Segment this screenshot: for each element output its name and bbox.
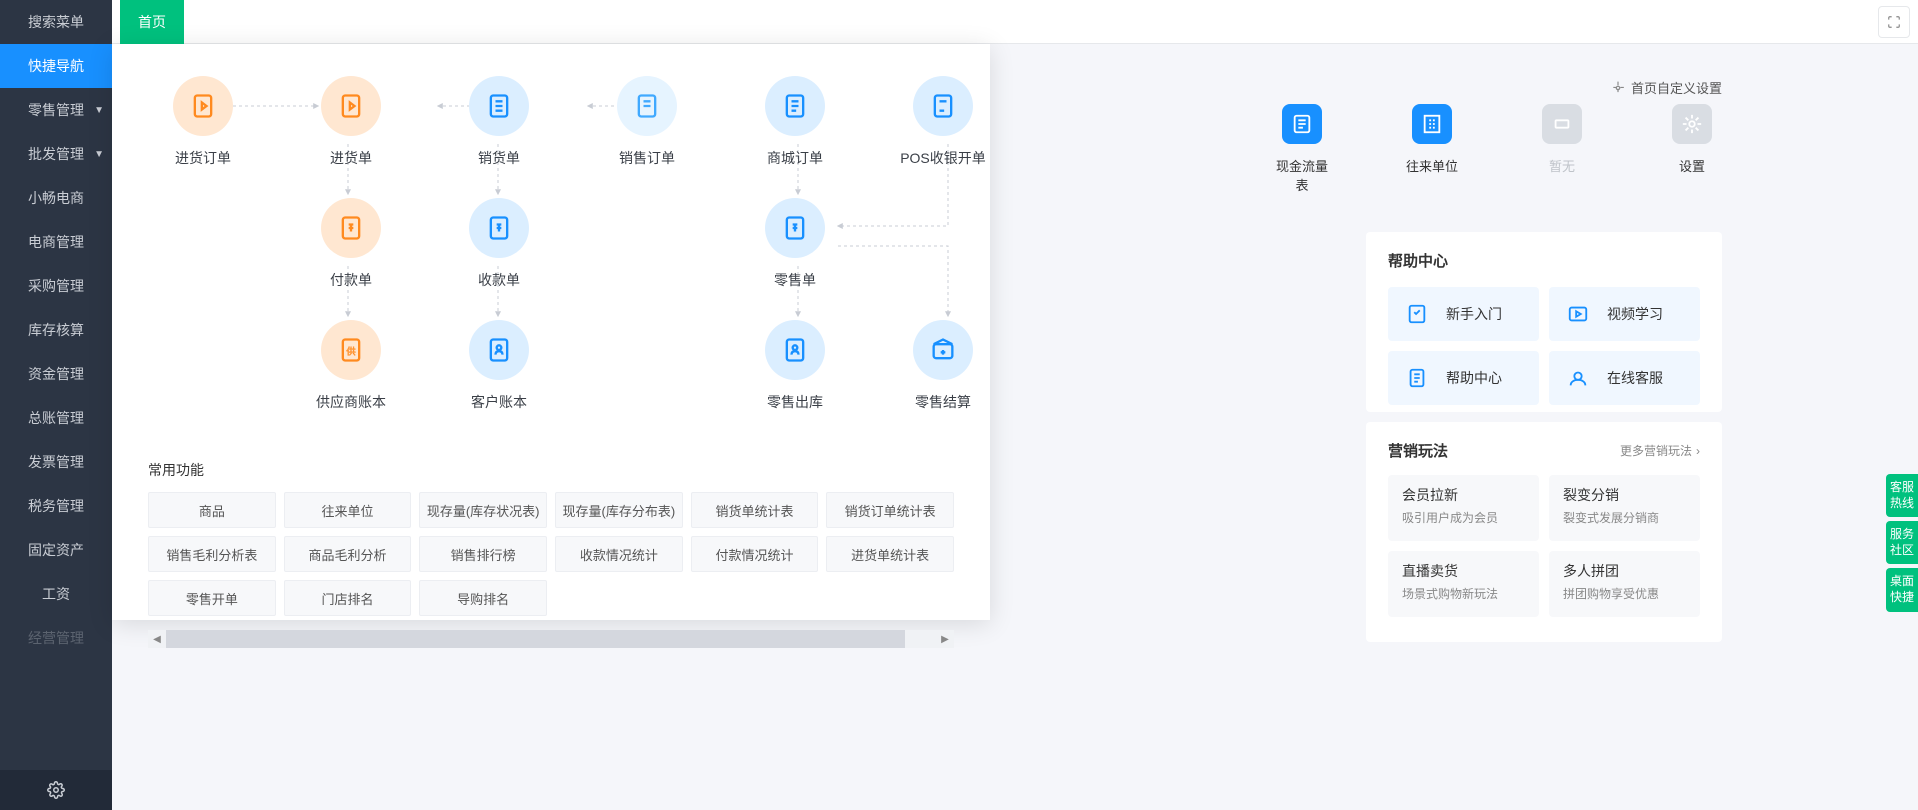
gear-icon xyxy=(1681,113,1703,135)
node-mall-order[interactable]: 商城订单 xyxy=(740,76,850,168)
common-btn[interactable]: 往来单位 xyxy=(284,492,412,528)
gear-icon xyxy=(47,781,65,799)
node-supplier-ledger[interactable]: 供供应商账本 xyxy=(296,320,406,412)
topbar: 首页 xyxy=(112,0,1918,44)
common-btn[interactable]: 商品 xyxy=(148,492,276,528)
sidebar-item-quicknav[interactable]: 快捷导航 xyxy=(0,44,112,88)
fullscreen-icon xyxy=(1887,15,1901,29)
common-btn[interactable]: 销货单统计表 xyxy=(691,492,819,528)
common-btn[interactable]: 销货订单统计表 xyxy=(826,492,954,528)
document-icon xyxy=(1406,367,1428,389)
custom-settings-link[interactable]: 首页自定义设置 xyxy=(1611,78,1722,97)
common-btn[interactable]: 现存量(库存分布表) xyxy=(555,492,683,528)
common-btn[interactable]: 销售毛利分析表 xyxy=(148,536,276,572)
settings-button[interactable] xyxy=(0,770,112,810)
help-item-helpcenter[interactable]: 帮助中心 xyxy=(1388,351,1539,405)
help-item-video[interactable]: 视频学习 xyxy=(1549,287,1700,341)
sidebar-item-operations[interactable]: 经营管理 xyxy=(0,616,112,660)
scroll-thumb[interactable] xyxy=(166,630,905,648)
sidebar-item-fixedasset[interactable]: 固定资产 xyxy=(0,528,112,572)
sidebar-item-purchase[interactable]: 采购管理 xyxy=(0,264,112,308)
float-desktop[interactable]: 桌面快捷 xyxy=(1886,568,1918,611)
scroll-left-icon[interactable]: ◀ xyxy=(148,630,166,648)
checklist-icon xyxy=(1406,303,1428,325)
marketing-item-group[interactable]: 多人拼团拼团购物享受优惠 xyxy=(1549,551,1700,617)
chevron-down-icon: ▼ xyxy=(94,149,104,160)
scroll-track[interactable] xyxy=(166,630,936,648)
shortcuts-row: 现金流量表 往来单位 暂无 设置 xyxy=(1272,104,1722,194)
node-customer-ledger[interactable]: 客户账本 xyxy=(444,320,554,412)
marketing-more-link[interactable]: 更多营销玩法› xyxy=(1620,442,1700,459)
marketing-title: 营销玩法 xyxy=(1388,440,1448,461)
sidebar-item-tax[interactable]: 税务管理 xyxy=(0,484,112,528)
headset-icon xyxy=(1567,367,1589,389)
shortcut-contacts[interactable]: 往来单位 xyxy=(1402,104,1462,194)
quicknav-flyout: 进货订单 进货单 销货单 销售订单 商城订单 POS收银开单 付款单 收款单 零… xyxy=(112,44,990,620)
sidebar-item-xiaochang[interactable]: 小畅电商 xyxy=(0,176,112,220)
sidebar-item-invoice[interactable]: 发票管理 xyxy=(0,440,112,484)
svg-text:供: 供 xyxy=(346,346,355,357)
common-btn[interactable]: 门店排名 xyxy=(284,580,412,616)
common-functions-grid: 商品 往来单位 现存量(库存状况表) 现存量(库存分布表) 销货单统计表 销货订… xyxy=(148,492,954,616)
common-btn[interactable]: 现存量(库存状况表) xyxy=(419,492,547,528)
sidebar: 搜索菜单 快捷导航 零售管理▼ 批发管理▼ 小畅电商 电商管理 采购管理 库存核… xyxy=(0,0,112,810)
common-btn[interactable]: 导购排名 xyxy=(419,580,547,616)
marketing-item-live[interactable]: 直播卖货场景式购物新玩法 xyxy=(1388,551,1539,617)
help-item-getting-started[interactable]: 新手入门 xyxy=(1388,287,1539,341)
shortcut-settings[interactable]: 设置 xyxy=(1662,104,1722,194)
marketing-item-member[interactable]: 会员拉新吸引用户成为会员 xyxy=(1388,475,1539,541)
help-item-service[interactable]: 在线客服 xyxy=(1549,351,1700,405)
common-btn[interactable]: 销售排行榜 xyxy=(419,536,547,572)
node-pos[interactable]: POS收银开单 xyxy=(888,76,998,168)
common-btn[interactable]: 零售开单 xyxy=(148,580,276,616)
float-community[interactable]: 服务社区 xyxy=(1886,521,1918,564)
help-title: 帮助中心 xyxy=(1388,250,1700,271)
chevron-down-icon: ▼ xyxy=(94,105,104,116)
workflow-diagram: 进货订单 进货单 销货单 销售订单 商城订单 POS收银开单 付款单 收款单 零… xyxy=(148,76,954,456)
shortcut-empty[interactable]: 暂无 xyxy=(1532,104,1592,194)
node-sales-order[interactable]: 销售订单 xyxy=(592,76,702,168)
sidebar-item-retail[interactable]: 零售管理▼ xyxy=(0,88,112,132)
tab-home[interactable]: 首页 xyxy=(120,0,184,44)
float-hotline[interactable]: 客服热线 xyxy=(1886,474,1918,517)
node-payment[interactable]: 付款单 xyxy=(296,198,406,290)
building-icon xyxy=(1421,113,1443,135)
gear-icon xyxy=(1611,81,1625,95)
node-purchase-receipt[interactable]: 进货单 xyxy=(296,76,406,168)
sidebar-item-search[interactable]: 搜索菜单 xyxy=(0,0,112,44)
horizontal-scrollbar[interactable]: ◀ ▶ xyxy=(148,630,954,648)
node-receipt[interactable]: 收款单 xyxy=(444,198,554,290)
chevron-right-icon: › xyxy=(1696,444,1700,458)
common-btn[interactable]: 付款情况统计 xyxy=(691,536,819,572)
common-btn[interactable]: 收款情况统计 xyxy=(555,536,683,572)
node-purchase-order[interactable]: 进货订单 xyxy=(148,76,258,168)
sidebar-item-wholesale[interactable]: 批发管理▼ xyxy=(0,132,112,176)
sidebar-item-salary[interactable]: 工资 xyxy=(0,572,112,616)
common-btn[interactable]: 进货单统计表 xyxy=(826,536,954,572)
play-icon xyxy=(1567,303,1589,325)
node-retail-invoice[interactable]: 零售单 xyxy=(740,198,850,290)
report-icon xyxy=(1291,113,1313,135)
scroll-right-icon[interactable]: ▶ xyxy=(936,630,954,648)
floating-buttons: 客服热线 服务社区 桌面快捷 xyxy=(1886,474,1918,612)
sidebar-item-inventory[interactable]: 库存核算 xyxy=(0,308,112,352)
node-retail-settlement[interactable]: 零售结算 xyxy=(888,320,998,412)
node-retail-outbound[interactable]: 零售出库 xyxy=(740,320,850,412)
sidebar-item-ledger[interactable]: 总账管理 xyxy=(0,396,112,440)
shortcut-cashflow[interactable]: 现金流量表 xyxy=(1272,104,1332,194)
help-card: 帮助中心 新手入门 视频学习 帮助中心 在线客服 xyxy=(1366,232,1722,412)
sidebar-item-funds[interactable]: 资金管理 xyxy=(0,352,112,396)
fullscreen-button[interactable] xyxy=(1878,6,1910,38)
placeholder-icon xyxy=(1551,113,1573,135)
marketing-card: 营销玩法 更多营销玩法› 会员拉新吸引用户成为会员 裂变分销裂变式发展分销商 直… xyxy=(1366,422,1722,642)
node-sales-invoice[interactable]: 销货单 xyxy=(444,76,554,168)
sidebar-item-ecommerce[interactable]: 电商管理 xyxy=(0,220,112,264)
common-btn[interactable]: 商品毛利分析 xyxy=(284,536,412,572)
marketing-item-fission[interactable]: 裂变分销裂变式发展分销商 xyxy=(1549,475,1700,541)
common-functions-title: 常用功能 xyxy=(148,460,954,480)
